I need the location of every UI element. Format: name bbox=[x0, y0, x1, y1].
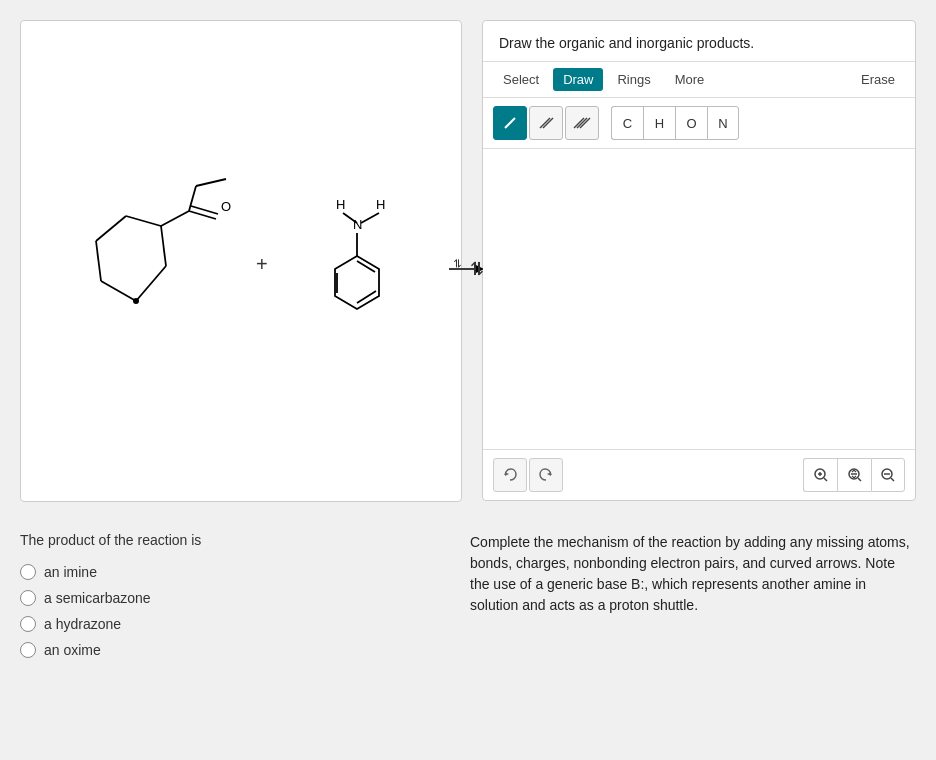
radio-label-oxime: an oxime bbox=[44, 642, 101, 658]
molecule-1: O bbox=[96, 179, 231, 304]
select-button[interactable]: Select bbox=[493, 68, 549, 91]
svg-marker-34 bbox=[547, 472, 551, 476]
radio-oxime[interactable]: an oxime bbox=[20, 642, 450, 658]
double-bond-icon bbox=[537, 114, 555, 132]
radio-label-imine: an imine bbox=[44, 564, 97, 580]
draw-button[interactable]: Draw bbox=[553, 68, 603, 91]
svg-line-4 bbox=[161, 226, 166, 266]
draw-canvas[interactable] bbox=[483, 149, 915, 449]
atom-c-button[interactable]: C bbox=[611, 106, 643, 140]
bond-tools: C H O N bbox=[483, 98, 915, 149]
svg-text:N: N bbox=[353, 217, 362, 232]
atom-button-group: C H O N bbox=[611, 106, 739, 140]
left-panel: O + H H N bbox=[20, 20, 462, 502]
molecule-svg: O + H H N bbox=[41, 41, 441, 461]
svg-marker-33 bbox=[505, 472, 509, 476]
svg-line-36 bbox=[824, 478, 827, 481]
right-panel: Draw the organic and inorganic products.… bbox=[482, 20, 916, 501]
erase-button[interactable]: Erase bbox=[851, 68, 905, 91]
single-bond-button[interactable] bbox=[493, 106, 527, 140]
radio-semicarbazone[interactable]: a semicarbazone bbox=[20, 590, 450, 606]
svg-point-12 bbox=[133, 298, 139, 304]
radio-group: an imine a semicarbazone a hydrazone an … bbox=[20, 564, 450, 658]
radio-hydrazone[interactable]: a hydrazone bbox=[20, 616, 450, 632]
svg-line-3 bbox=[126, 216, 161, 226]
radio-circle-oxime[interactable] bbox=[20, 642, 36, 658]
atom-n-button[interactable]: N bbox=[707, 106, 739, 140]
svg-line-20 bbox=[357, 261, 375, 272]
atom-o-button[interactable]: O bbox=[675, 106, 707, 140]
molecule-2: H H N bbox=[335, 197, 385, 309]
triple-bond-button[interactable] bbox=[565, 106, 599, 140]
zoom-out-button[interactable] bbox=[871, 458, 905, 492]
rings-button[interactable]: Rings bbox=[607, 68, 660, 91]
zoom-fit-button[interactable] bbox=[837, 458, 871, 492]
triple-bond-icon bbox=[573, 114, 591, 132]
svg-line-21 bbox=[357, 291, 376, 303]
radio-circle-imine[interactable] bbox=[20, 564, 36, 580]
radio-imine[interactable]: an imine bbox=[20, 564, 450, 580]
redo-button[interactable] bbox=[529, 458, 563, 492]
undo-redo-group bbox=[493, 458, 563, 492]
zoom-controls bbox=[803, 458, 905, 492]
top-toolbar: Select Draw Rings More Erase bbox=[483, 62, 915, 98]
instruction-text: Draw the organic and inorganic products. bbox=[483, 21, 915, 62]
svg-line-40 bbox=[858, 478, 861, 481]
zoom-fit-icon bbox=[847, 467, 863, 483]
svg-marker-19 bbox=[335, 256, 379, 309]
page-container: O + H H N bbox=[20, 20, 916, 668]
zoom-out-icon bbox=[880, 467, 896, 483]
radio-circle-semicarbazone[interactable] bbox=[20, 590, 36, 606]
bottom-toolbar bbox=[483, 449, 915, 500]
zoom-in-button[interactable] bbox=[803, 458, 837, 492]
more-button[interactable]: More bbox=[665, 68, 715, 91]
svg-line-27 bbox=[505, 118, 515, 128]
mechanism-instructions: Complete the mechanism of the reaction b… bbox=[470, 522, 916, 626]
svg-text:⇌: ⇌ bbox=[451, 259, 463, 268]
svg-line-6 bbox=[161, 211, 189, 226]
svg-text:H: H bbox=[336, 197, 345, 212]
molecule-area: O + H H N bbox=[41, 41, 441, 481]
atom-h-button[interactable]: H bbox=[643, 106, 675, 140]
undo-button[interactable] bbox=[493, 458, 527, 492]
redo-icon bbox=[538, 467, 554, 483]
svg-line-5 bbox=[136, 266, 166, 301]
radio-label-semicarbazone: a semicarbazone bbox=[44, 590, 151, 606]
double-bond-button[interactable] bbox=[529, 106, 563, 140]
undo-icon bbox=[502, 467, 518, 483]
single-bond-icon bbox=[501, 114, 519, 132]
radio-circle-hydrazone[interactable] bbox=[20, 616, 36, 632]
reaction-arrow: ⇌ ⇌ bbox=[449, 259, 487, 276]
plus-sign: + bbox=[256, 253, 268, 275]
svg-line-43 bbox=[891, 478, 894, 481]
svg-line-0 bbox=[101, 281, 136, 301]
mechanism-text: Complete the mechanism of the reaction b… bbox=[470, 532, 916, 616]
top-row: O + H H N bbox=[20, 20, 916, 502]
svg-line-1 bbox=[96, 241, 101, 281]
product-question: The product of the reaction is bbox=[20, 532, 450, 548]
svg-line-2 bbox=[96, 216, 126, 241]
bottom-row: The product of the reaction is an imine … bbox=[20, 522, 916, 668]
svg-text:H: H bbox=[376, 197, 385, 212]
bottom-left-panel: The product of the reaction is an imine … bbox=[20, 522, 450, 668]
zoom-in-icon bbox=[813, 467, 829, 483]
svg-line-17 bbox=[361, 213, 379, 223]
radio-label-hydrazone: a hydrazone bbox=[44, 616, 121, 632]
svg-line-11 bbox=[196, 179, 226, 186]
svg-text:O: O bbox=[221, 199, 231, 214]
